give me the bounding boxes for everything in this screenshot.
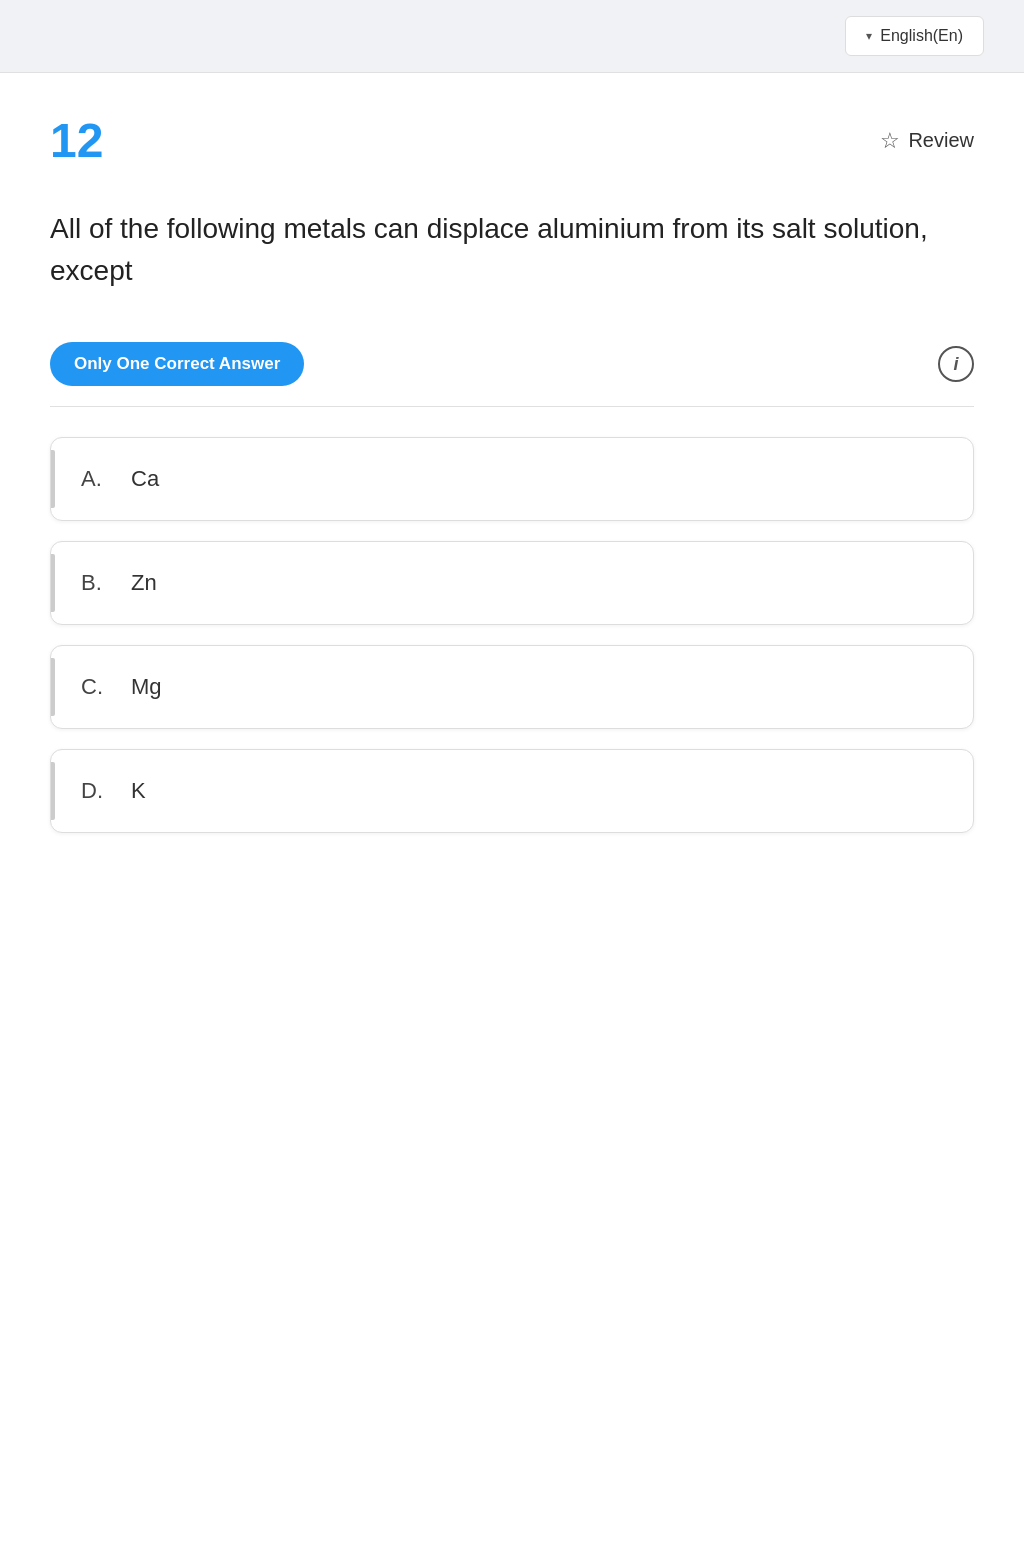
chevron-down-icon: ▾ [866, 29, 872, 43]
language-label: English(En) [880, 27, 963, 45]
review-button[interactable]: ☆ Review [880, 128, 974, 154]
option-item[interactable]: A.Ca [50, 437, 974, 521]
option-label: B. [81, 570, 131, 596]
options-list: A.Ca B.Zn C.Mg D.K [50, 437, 974, 833]
question-header: 12 ☆ Review [50, 113, 974, 168]
option-text: Ca [131, 466, 159, 492]
question-number: 12 [50, 113, 103, 168]
review-label: Review [908, 129, 974, 152]
option-label: D. [81, 778, 131, 804]
option-label: A. [81, 466, 131, 492]
option-item[interactable]: B.Zn [50, 541, 974, 625]
divider [50, 406, 974, 407]
option-text: K [131, 778, 146, 804]
top-bar: ▾ English(En) [0, 0, 1024, 73]
option-text: Mg [131, 674, 162, 700]
option-item[interactable]: C.Mg [50, 645, 974, 729]
answer-type-badge[interactable]: Only One Correct Answer [50, 342, 304, 386]
option-text: Zn [131, 570, 157, 596]
main-content: 12 ☆ Review All of the following metals … [0, 73, 1024, 1544]
language-selector[interactable]: ▾ English(En) [845, 16, 984, 56]
question-text: All of the following metals can displace… [50, 208, 974, 292]
option-item[interactable]: D.K [50, 749, 974, 833]
option-label: C. [81, 674, 131, 700]
star-icon: ☆ [880, 128, 900, 154]
info-icon[interactable]: i [938, 346, 974, 382]
answer-type-section: Only One Correct Answer i [50, 342, 974, 386]
